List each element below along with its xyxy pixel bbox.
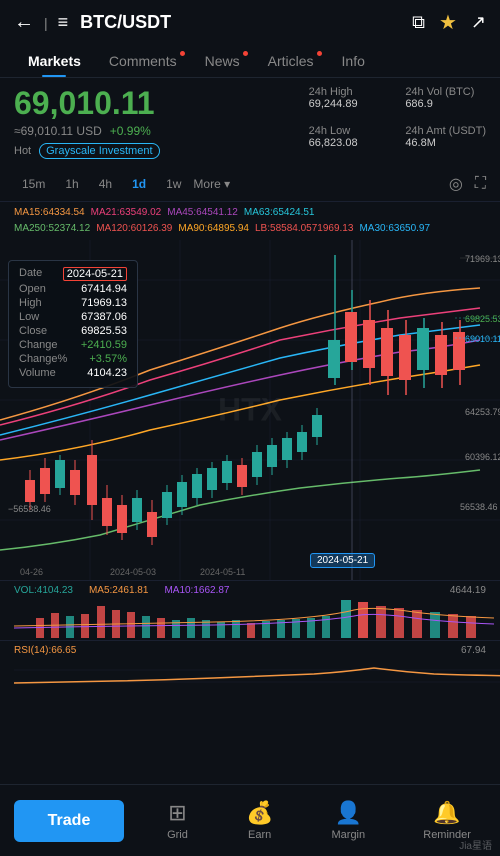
tooltip-low: Low 67387.06 [19, 311, 127, 323]
menu-button[interactable]: ≡ [58, 12, 69, 33]
tooltip-change: Change +2410.59 [19, 339, 127, 351]
grid-label: Grid [167, 829, 188, 841]
ma45: MA45:64541.12 [167, 205, 238, 221]
lb-indicator: LB:58584.0571969.13 [255, 221, 353, 237]
low-stat: 24h Low 66,823.08 [309, 125, 390, 160]
bottom-watermark: Jia星语 [459, 837, 492, 852]
price-right: 24h High 69,244.89 24h Vol (BTC) 686.9 2… [309, 86, 486, 159]
time-1w[interactable]: 1w [158, 173, 189, 195]
time-4h[interactable]: 4h [91, 173, 120, 195]
grid-icon: ⊞ [168, 800, 186, 826]
articles-dot [317, 51, 322, 56]
rsi-section: RSI(14):66.65 67.94 [0, 640, 500, 690]
header: ← | ≡ BTC/USDT ⧉ ★ ↗ [0, 0, 500, 45]
svg-text:60396.12: 60396.12 [465, 452, 500, 462]
vol-right-value: 4644.19 [450, 585, 486, 596]
ma21: MA21:63549.02 [91, 205, 162, 221]
price-section: 69,010.11 ≈69,010.11 USD +0.99% Hot Gray… [0, 78, 500, 167]
time-15m[interactable]: 15m [14, 173, 53, 195]
price-usd: ≈69,010.11 USD [14, 124, 102, 138]
hot-tag: Hot [14, 145, 31, 157]
nav-tabs: Markets Comments News Articles Info [0, 45, 500, 78]
price-change: +0.99% [110, 124, 151, 138]
nav-grid[interactable]: ⊞ Grid [167, 800, 188, 841]
price-sub: ≈69,010.11 USD +0.99% [14, 124, 293, 138]
rsi-label: RSI(14):66.65 [14, 645, 76, 656]
volume-bars [14, 598, 500, 638]
earn-label: Earn [248, 829, 271, 841]
margin-label: Margin [332, 829, 366, 841]
rsi-chart [14, 658, 500, 693]
tooltip-date: Date 2024-05-21 [19, 267, 127, 281]
time-bar: 15m 1h 4h 1d 1w More ▾ ◎ ⛶ [0, 167, 500, 202]
svg-text:−56538.46: −56538.46 [8, 504, 51, 514]
price-left: 69,010.11 ≈69,010.11 USD +0.99% Hot Gray… [14, 86, 293, 159]
volume-labels: VOL:4104.23 MA5:2461.81 MA10:1662.87 464… [14, 583, 486, 598]
ma250: MA250:52374.12 [14, 221, 90, 237]
svg-text:2024-05-11: 2024-05-11 [200, 567, 245, 577]
tooltip-volume: Volume 4104.23 [19, 367, 127, 379]
amt-usdt-stat: 24h Amt (USDT) 46.8M [405, 125, 486, 160]
ma15: MA15:64334.54 [14, 205, 85, 221]
eye-icon[interactable]: ◎ [449, 174, 463, 194]
star-icon[interactable]: ★ [439, 10, 457, 35]
svg-text:64253.79: 64253.79 [465, 407, 500, 417]
nav-earn[interactable]: 💰 Earn [246, 800, 273, 841]
ma-indicators: MA15:64334.54 MA21:63549.02 MA45:64541.1… [0, 202, 500, 240]
nav-items: ⊞ Grid 💰 Earn 👤 Margin 🔔 Reminder [138, 800, 500, 841]
svg-text:69010.11: 69010.11 [465, 334, 500, 344]
high-stat: 24h High 69,244.89 [309, 86, 390, 121]
ma5-label: MA5:2461.81 [89, 585, 149, 596]
ma63: MA63:65424.51 [244, 205, 315, 221]
chart-container[interactable]: 04-26 2024-05-03 2024-05-11 71969.13 698… [0, 240, 500, 580]
ma120: MA120:60126.39 [96, 221, 172, 237]
price-tags: Hot Grayscale Investment [14, 143, 293, 159]
volume-section: VOL:4104.23 MA5:2461.81 MA10:1662.87 464… [0, 580, 500, 640]
trade-button[interactable]: Trade [14, 800, 124, 842]
nav-margin[interactable]: 👤 Margin [332, 800, 366, 841]
time-more[interactable]: More ▾ [193, 177, 230, 191]
tooltip-high: High 71969.13 [19, 297, 127, 309]
svg-text:04-26: 04-26 [20, 567, 43, 577]
tooltip-open: Open 67414.94 [19, 283, 127, 295]
tab-comments[interactable]: Comments [95, 45, 191, 77]
vol-label: VOL:4104.23 [14, 585, 73, 596]
back-button[interactable]: ← [14, 11, 34, 34]
reminder-icon: 🔔 [433, 800, 460, 826]
grayscale-tag[interactable]: Grayscale Investment [39, 143, 159, 159]
tooltip-date-value: 2024-05-21 [63, 267, 127, 281]
copy-icon[interactable]: ⧉ [412, 12, 425, 33]
tab-articles[interactable]: Articles [254, 45, 328, 77]
page-title: BTC/USDT [80, 12, 404, 33]
bottom-nav: Trade ⊞ Grid 💰 Earn 👤 Margin 🔔 Reminder … [0, 784, 500, 856]
tooltip-changepct: Change% +3.57% [19, 353, 127, 365]
tab-markets[interactable]: Markets [14, 45, 95, 77]
svg-text:56538.46: 56538.46 [460, 502, 498, 512]
comments-dot [180, 51, 185, 56]
svg-text:69825.53: 69825.53 [465, 314, 500, 324]
time-1d[interactable]: 1d [124, 173, 154, 195]
chart-tooltip: Date 2024-05-21 Open 67414.94 High 71969… [8, 260, 138, 388]
svg-text:2024-05-03: 2024-05-03 [110, 567, 156, 577]
tooltip-close: Close 69825.53 [19, 325, 127, 337]
share-icon[interactable]: ↗ [471, 12, 486, 33]
earn-icon: 💰 [246, 800, 273, 826]
ma90: MA90:64895.94 [178, 221, 249, 237]
margin-icon: 👤 [335, 800, 362, 826]
svg-text:71969.13: 71969.13 [465, 254, 500, 264]
main-price: 69,010.11 [14, 86, 293, 121]
tab-info[interactable]: Info [328, 45, 379, 77]
nav-reminder[interactable]: 🔔 Reminder [423, 800, 471, 841]
fullscreen-icon[interactable]: ⛶ [475, 175, 486, 193]
header-icons: ⧉ ★ ↗ [412, 10, 486, 35]
tab-news[interactable]: News [191, 45, 254, 77]
chart-date-label: 2024-05-21 [310, 553, 375, 568]
ma30: MA30:63650.97 [359, 221, 430, 237]
vol-btc-stat: 24h Vol (BTC) 686.9 [405, 86, 486, 121]
time-1h[interactable]: 1h [57, 173, 86, 195]
rsi-right: 67.94 [461, 645, 486, 656]
ma10-label: MA10:1662.87 [164, 585, 229, 596]
news-dot [243, 51, 248, 56]
